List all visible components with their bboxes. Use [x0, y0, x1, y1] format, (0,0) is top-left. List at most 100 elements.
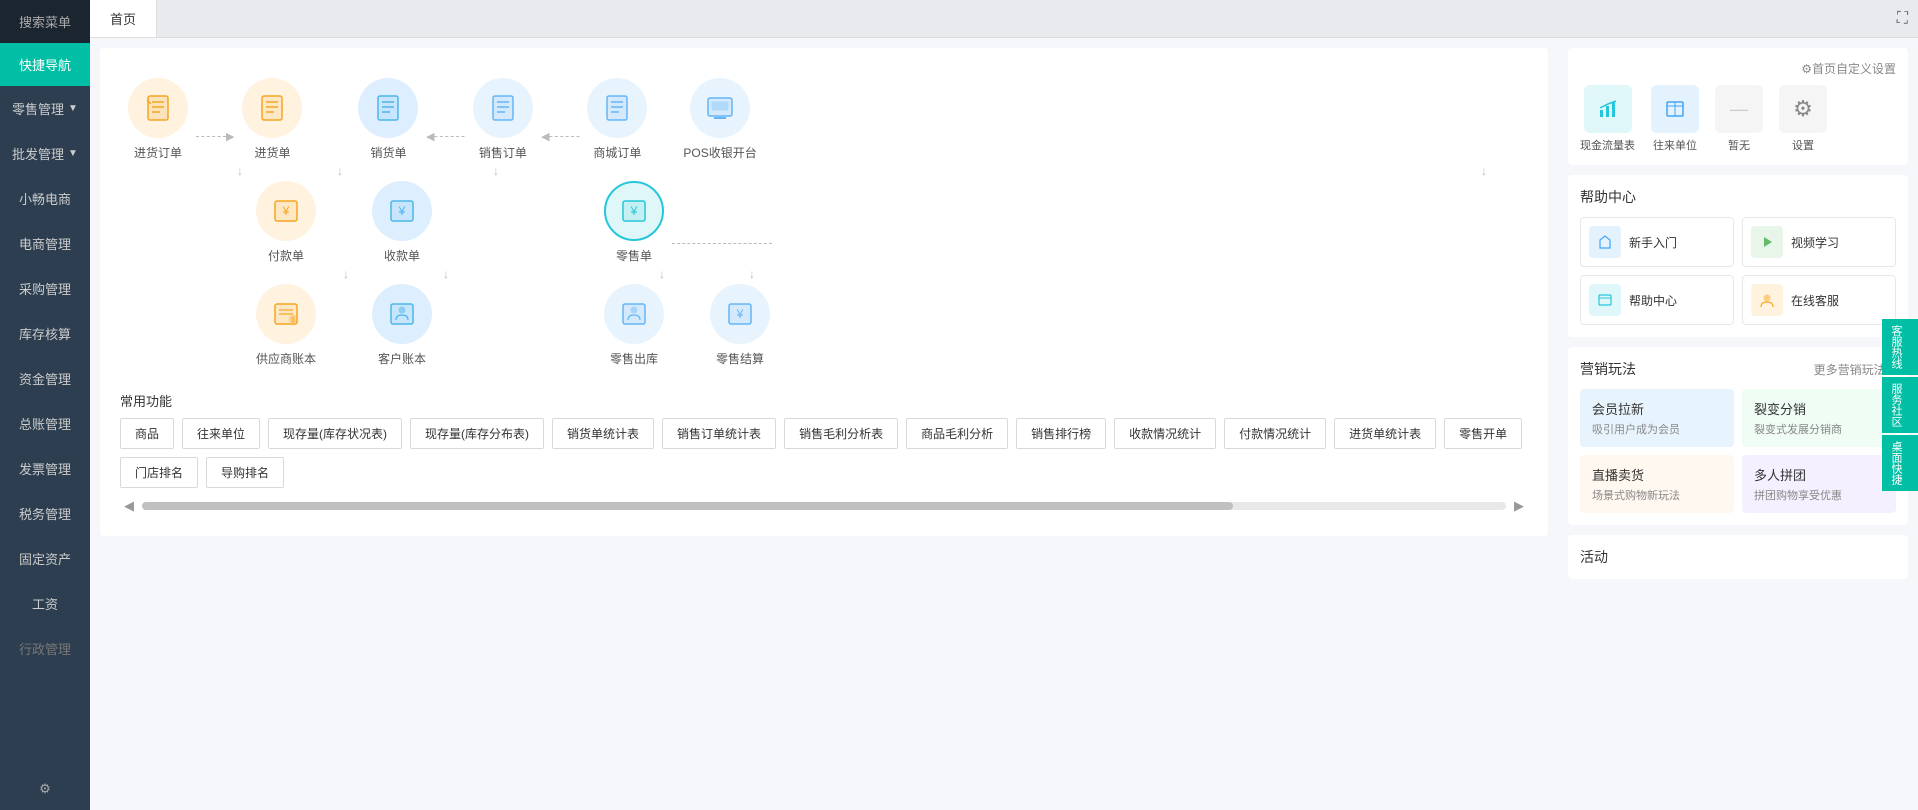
- btn-guide-rank[interactable]: 导购排名: [206, 457, 284, 488]
- arrow-left-icon: ▶: [426, 130, 434, 143]
- flow-card: 进货订单 ▶: [100, 48, 1548, 536]
- marketing-header: 营销玩法 更多营销玩法 >: [1580, 359, 1896, 379]
- marketing-grid: 会员拉新 吸引用户成为会员 裂变分销 裂变式发展分销商 直播卖货 场景式购物新玩…: [1580, 389, 1896, 513]
- flow-node-supplier[interactable]: $ 供应商账本: [248, 284, 324, 367]
- sidebar-item-ecom-mgmt[interactable]: 电商管理: [0, 221, 90, 266]
- flow-node-customer[interactable]: 客户账本: [364, 284, 440, 367]
- flow-node-retail-order[interactable]: ¥ 零售单: [596, 181, 672, 264]
- btn-purchase-stat[interactable]: 进货单统计表: [1334, 418, 1436, 449]
- flow-node-sales-bill[interactable]: 销货单: [350, 78, 426, 161]
- marketing-title: 营销玩法: [1580, 359, 1636, 379]
- flow-node-retail-outbound[interactable]: 零售出库: [596, 284, 672, 367]
- sidebar-item-finance[interactable]: 资金管理: [0, 356, 90, 401]
- btn-sales-stat[interactable]: 销货单统计表: [552, 418, 654, 449]
- btn-goods-profit[interactable]: 商品毛利分析: [906, 418, 1008, 449]
- svg-text:¥: ¥: [630, 204, 638, 218]
- btn-receipt-stat[interactable]: 收款情况统计: [1114, 418, 1216, 449]
- arrow-right-icon: ▶: [226, 130, 234, 143]
- tab-home[interactable]: 首页: [90, 0, 157, 37]
- arrow-v-payment: ↓: [316, 264, 376, 284]
- marketing-item-member[interactable]: 会员拉新 吸引用户成为会员: [1580, 389, 1734, 447]
- sidebar: 搜索菜单 快捷导航 零售管理▼ 批发管理▼ 小畅电商 电商管理 采购管理 库存核…: [0, 0, 90, 810]
- sidebar-item-ledger[interactable]: 总账管理: [0, 401, 90, 446]
- chevron-down-icon: ▼: [68, 148, 78, 159]
- chevron-down-icon: ▼: [68, 103, 78, 114]
- quick-icon-units[interactable]: 往来单位: [1651, 85, 1699, 153]
- settings-icon: ⚙: [1779, 85, 1827, 133]
- btn-stock-status[interactable]: 现存量(库存状况表): [268, 418, 402, 449]
- common-title: 常用功能: [120, 391, 1528, 410]
- common-section: 常用功能 商品 往来单位 现存量(库存状况表) 现存量(库存分布表) 销货单统计…: [120, 391, 1528, 488]
- quick-icon-settings[interactable]: ⚙ 设置: [1779, 85, 1827, 153]
- flow-node-mall-order[interactable]: 商城订单: [579, 78, 655, 161]
- left-panel: 进货订单 ▶: [90, 38, 1558, 810]
- sidebar-item-invoice[interactable]: 发票管理: [0, 446, 90, 491]
- sidebar-item-purchase[interactable]: 采购管理: [0, 266, 90, 311]
- scroll-track[interactable]: [142, 502, 1506, 510]
- arrow-left-icon-2: ▶: [541, 130, 549, 143]
- sidebar-item-ecom[interactable]: 小畅电商: [0, 176, 90, 221]
- svg-text:¥: ¥: [398, 204, 406, 218]
- btn-units[interactable]: 往来单位: [182, 418, 260, 449]
- tab-bar: 首页 ⛶: [90, 0, 1918, 38]
- btn-store-rank[interactable]: 门店排名: [120, 457, 198, 488]
- quick-icon-empty: — 暂无: [1715, 85, 1763, 153]
- marketing-item-fission[interactable]: 裂变分销 裂变式发展分销商: [1742, 389, 1896, 447]
- activity-card: 活动: [1568, 535, 1908, 579]
- arrow-v-receipt-2: ↓: [416, 264, 476, 284]
- sidebar-item-wholesale[interactable]: 批发管理▼: [0, 131, 90, 176]
- service-icon: [1751, 284, 1783, 316]
- quick-access-header[interactable]: ⚙ 首页自定义设置: [1580, 60, 1896, 77]
- help-item-service[interactable]: 在线客服: [1742, 275, 1896, 325]
- arrow-v-pos: ↓: [1440, 161, 1528, 181]
- arrow-v-receipt: ↓: [310, 161, 370, 181]
- flow-node-pos[interactable]: POS收银开台: [675, 78, 764, 161]
- float-btn-desktop[interactable]: 桌面快捷: [1882, 435, 1918, 491]
- btn-sales-profit[interactable]: 销售毛利分析表: [784, 418, 898, 449]
- arrow-h-2: ▶: [426, 130, 464, 161]
- sidebar-item-tax[interactable]: 税务管理: [0, 491, 90, 536]
- sidebar-item-salary[interactable]: 工资: [0, 581, 90, 626]
- marketing-card: 营销玩法 更多营销玩法 > 会员拉新 吸引用户成为会员 裂变分销 裂变式发展分销…: [1568, 347, 1908, 525]
- help-item-beginner[interactable]: 新手入门: [1580, 217, 1734, 267]
- flow-node-payment[interactable]: ¥ 付款单: [248, 181, 324, 264]
- flow-node-retail-settlement[interactable]: ¥ 零售结算: [702, 284, 778, 367]
- svg-text:¥: ¥: [736, 307, 744, 321]
- units-icon: [1651, 85, 1699, 133]
- sidebar-item-retail[interactable]: 零售管理▼: [0, 86, 90, 131]
- sidebar-item-assets[interactable]: 固定资产: [0, 536, 90, 581]
- quick-icon-cashflow[interactable]: 现金流量表: [1580, 85, 1635, 153]
- btn-payment-stat[interactable]: 付款情况统计: [1224, 418, 1326, 449]
- help-center-icon: [1589, 284, 1621, 316]
- help-grid: 新手入门 视频学习: [1580, 217, 1896, 325]
- btn-retail-order[interactable]: 零售开单: [1444, 418, 1522, 449]
- scroll-left-arrow[interactable]: ◀: [120, 496, 138, 516]
- flow-node-purchase-order[interactable]: 进货订单: [120, 78, 196, 161]
- flow-node-sales-order[interactable]: 销售订单: [465, 78, 541, 161]
- scroll-right-arrow[interactable]: ▶: [1510, 496, 1528, 516]
- arrow-v-retail: ↓: [466, 161, 526, 181]
- help-item-center[interactable]: 帮助中心: [1580, 275, 1734, 325]
- flow-node-purchase-bill[interactable]: 进货单: [234, 78, 310, 161]
- right-panel: ⚙ 首页自定义设置: [1558, 38, 1918, 810]
- sidebar-search[interactable]: 搜索菜单: [0, 0, 90, 43]
- empty-icon: —: [1715, 85, 1763, 133]
- sidebar-item-admin[interactable]: 行政管理: [0, 626, 90, 671]
- sidebar-item-inventory[interactable]: 库存核算: [0, 311, 90, 356]
- sidebar-settings[interactable]: ⚙: [0, 768, 90, 810]
- sidebar-nav-highlight[interactable]: 快捷导航: [0, 43, 90, 86]
- svg-text:$: $: [291, 317, 295, 324]
- quick-access-card: ⚙ 首页自定义设置: [1568, 48, 1908, 165]
- help-item-video[interactable]: 视频学习: [1742, 217, 1896, 267]
- btn-goods[interactable]: 商品: [120, 418, 174, 449]
- expand-button[interactable]: ⛶: [1887, 10, 1918, 28]
- btn-sales-rank[interactable]: 销售排行榜: [1016, 418, 1106, 449]
- btn-sales-order-stat[interactable]: 销售订单统计表: [662, 418, 776, 449]
- flow-node-receipt[interactable]: ¥ 收款单: [364, 181, 440, 264]
- marketing-item-live[interactable]: 直播卖货 场景式购物新玩法: [1580, 455, 1734, 513]
- float-btn-service[interactable]: 客服热线: [1882, 319, 1918, 375]
- btn-stock-dist[interactable]: 现存量(库存分布表): [410, 418, 544, 449]
- marketing-item-group[interactable]: 多人拼团 拼团购物享受优惠: [1742, 455, 1896, 513]
- scroll-thumb: [142, 502, 1233, 510]
- float-btn-community[interactable]: 服务社区: [1882, 377, 1918, 433]
